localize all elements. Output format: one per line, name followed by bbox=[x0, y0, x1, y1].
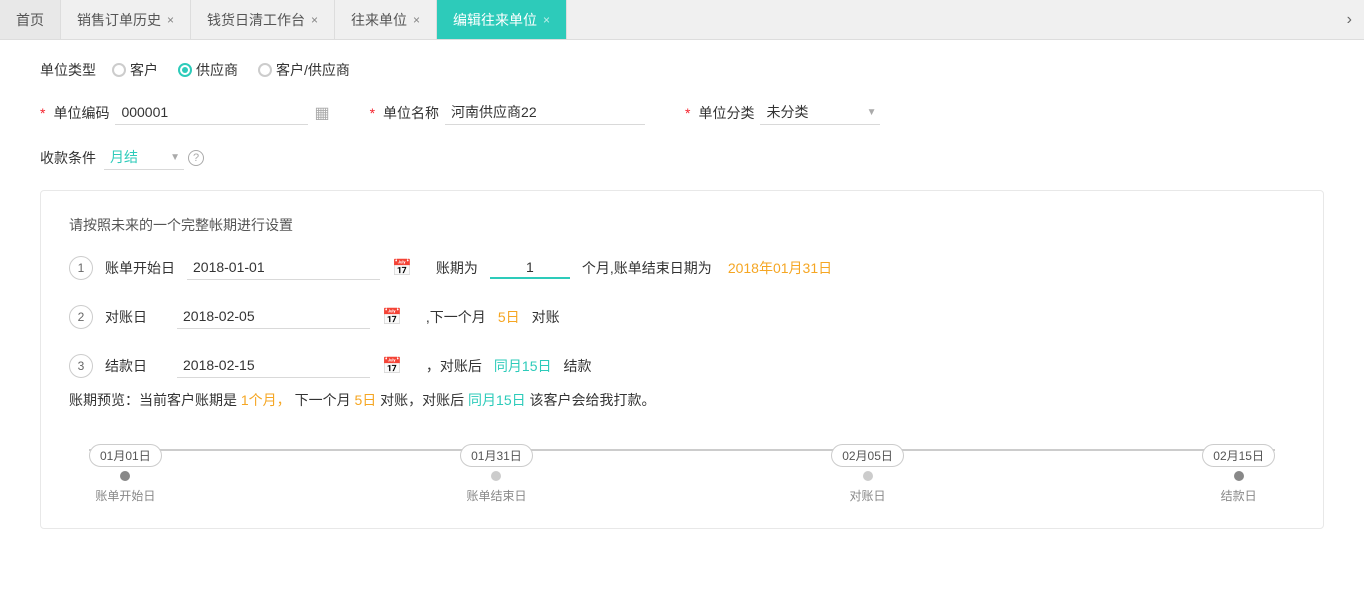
tab-counterparty[interactable]: 往来单位 × bbox=[335, 0, 437, 39]
timeline-dot-4 bbox=[1234, 471, 1244, 481]
tab-home[interactable]: 首页 bbox=[0, 0, 61, 39]
timeline-tag-3: 02月05日 bbox=[831, 444, 904, 467]
step-1-date-input[interactable] bbox=[187, 255, 380, 280]
tab-cashier-workbench[interactable]: 钱货日清工作台 × bbox=[191, 0, 335, 39]
unit-code-group: * 单位编码 ▦ bbox=[40, 100, 330, 125]
step-2-prefix: ,下一个月 bbox=[426, 307, 486, 327]
step-1-label: 账单开始日 bbox=[105, 258, 175, 278]
timeline-dot-3 bbox=[863, 471, 873, 481]
step-3-row: 3 结款日 📅 ，对账后 同月15日 结款 bbox=[69, 353, 1295, 378]
preview-text: 账期预览：当前客户账期是 1个月， 下一个月 5日 对账，对账后 同月15日 该… bbox=[69, 390, 1295, 410]
radio-circle-both bbox=[258, 63, 272, 77]
timeline-dot-2 bbox=[491, 471, 501, 481]
payment-terms-dropdown[interactable]: 月结 ▼ bbox=[104, 145, 184, 170]
step-2-highlight: 5日 bbox=[498, 307, 520, 327]
timeline: 01月01日 账单开始日 01月31日 账单结束日 02月05日 bbox=[89, 430, 1275, 504]
timeline-point-4: 02月15日 结款日 bbox=[1202, 444, 1275, 504]
calendar-icon-3[interactable]: 📅 bbox=[382, 356, 402, 376]
step-3-num: 3 bbox=[69, 354, 93, 378]
close-icon[interactable]: × bbox=[167, 13, 174, 27]
step-1-suffix: 个月,账单结束日期为 bbox=[582, 258, 712, 278]
timeline-label-4: 结款日 bbox=[1221, 487, 1257, 504]
unit-code-input[interactable] bbox=[115, 100, 308, 125]
timeline-point-1: 01月01日 账单开始日 bbox=[89, 444, 162, 504]
preview-period: 1个月， bbox=[241, 392, 291, 408]
timeline-wrapper: 01月01日 账单开始日 01月31日 账单结束日 02月05日 bbox=[69, 430, 1295, 504]
preview-middle: 下一个月 bbox=[295, 392, 351, 408]
timeline-point-2: 01月31日 账单结束日 bbox=[460, 444, 533, 504]
tab-bar: 首页 销售订单历史 × 钱货日清工作台 × 往来单位 × 编辑往来单位 × › bbox=[0, 0, 1364, 40]
unit-type-label: 单位类型 bbox=[40, 60, 96, 80]
timeline-label-3: 对账日 bbox=[850, 487, 886, 504]
payment-terms-row: 收款条件 月结 ▼ ? bbox=[40, 145, 1324, 170]
calendar-icon-2[interactable]: 📅 bbox=[382, 307, 402, 327]
close-icon[interactable]: × bbox=[543, 13, 550, 27]
step-3-prefix: ，对账后 bbox=[426, 356, 482, 376]
radio-supplier[interactable]: 供应商 bbox=[178, 60, 238, 80]
timeline-tag-4: 02月15日 bbox=[1202, 444, 1275, 467]
unit-name-input[interactable] bbox=[445, 100, 645, 125]
unit-category-select[interactable]: 未分类 bbox=[760, 100, 880, 125]
step-3-date-input[interactable] bbox=[177, 353, 370, 378]
unit-type-radio-group: 客户 供应商 客户/供应商 bbox=[112, 60, 350, 80]
unit-name-group: * 单位名称 bbox=[370, 100, 645, 125]
preview-label: 账期预览：当前客户账期是 bbox=[69, 392, 237, 408]
preview-day2: 同月15日 bbox=[468, 392, 526, 408]
step-2-date-input[interactable] bbox=[177, 304, 370, 329]
timeline-line bbox=[89, 449, 1275, 451]
step-1-prefix: 账期为 bbox=[436, 258, 478, 278]
unit-category-dropdown[interactable]: 未分类 ▼ bbox=[760, 100, 880, 125]
radio-both[interactable]: 客户/供应商 bbox=[258, 60, 350, 80]
unit-category-group: * 单位分类 未分类 ▼ bbox=[685, 100, 880, 125]
step-1-num: 1 bbox=[69, 256, 93, 280]
preview-day1: 5日 bbox=[354, 392, 376, 408]
step-1-end-date: 2018年01月31日 bbox=[728, 258, 832, 278]
step-2-num: 2 bbox=[69, 305, 93, 329]
unit-code-label: 单位编码 bbox=[53, 103, 109, 123]
unit-category-label: 单位分类 bbox=[698, 103, 754, 123]
payment-terms-select[interactable]: 月结 bbox=[104, 145, 184, 170]
radio-customer[interactable]: 客户 bbox=[112, 60, 158, 80]
billing-panel: 请按照未来的一个完整帐期进行设置 1 账单开始日 📅 账期为 个月,账单结束日期… bbox=[40, 190, 1324, 529]
timeline-point-3: 02月05日 对账日 bbox=[831, 444, 904, 504]
step-3-label: 结款日 bbox=[105, 356, 165, 376]
step-3-highlight: 同月15日 bbox=[494, 356, 552, 376]
tab-edit-counterparty[interactable]: 编辑往来单位 × bbox=[437, 0, 567, 39]
step-3-suffix: 结款 bbox=[564, 356, 592, 376]
payment-terms-label: 收款条件 bbox=[40, 148, 96, 168]
timeline-label-2: 账单结束日 bbox=[466, 487, 526, 504]
timeline-label-1: 账单开始日 bbox=[95, 487, 155, 504]
close-icon[interactable]: × bbox=[413, 13, 420, 27]
tab-scroll-right[interactable]: › bbox=[1335, 0, 1364, 39]
period-input[interactable] bbox=[490, 257, 570, 279]
timeline-dot-1 bbox=[120, 471, 130, 481]
tab-sales-history[interactable]: 销售订单历史 × bbox=[61, 0, 191, 39]
copy-icon[interactable]: ▦ bbox=[314, 103, 329, 123]
unit-info-row: * 单位编码 ▦ * 单位名称 * 单位分类 未分类 ▼ bbox=[40, 100, 1324, 125]
calendar-icon-1[interactable]: 📅 bbox=[392, 258, 412, 278]
unit-type-row: 单位类型 客户 供应商 客户/供应商 bbox=[40, 60, 1324, 80]
step-1-row: 1 账单开始日 📅 账期为 个月,账单结束日期为 2018年01月31日 bbox=[69, 255, 1295, 280]
close-icon[interactable]: × bbox=[311, 13, 318, 27]
step-2-suffix: 对账 bbox=[532, 307, 560, 327]
step-2-label: 对账日 bbox=[105, 307, 165, 327]
panel-title: 请按照未来的一个完整帐期进行设置 bbox=[69, 215, 1295, 235]
help-icon[interactable]: ? bbox=[188, 150, 204, 166]
radio-circle-customer bbox=[112, 63, 126, 77]
step-2-row: 2 对账日 📅 ,下一个月 5日 对账 bbox=[69, 304, 1295, 329]
preview-text2: 对账，对账后 bbox=[380, 392, 464, 408]
timeline-tag-2: 01月31日 bbox=[460, 444, 533, 467]
radio-circle-supplier bbox=[178, 63, 192, 77]
preview-text3: 该客户会给我打款。 bbox=[530, 392, 656, 408]
main-content: 单位类型 客户 供应商 客户/供应商 * 单位编码 ▦ * 单位名称 bbox=[0, 40, 1364, 608]
timeline-tag-1: 01月01日 bbox=[89, 444, 162, 467]
unit-name-label: 单位名称 bbox=[383, 103, 439, 123]
